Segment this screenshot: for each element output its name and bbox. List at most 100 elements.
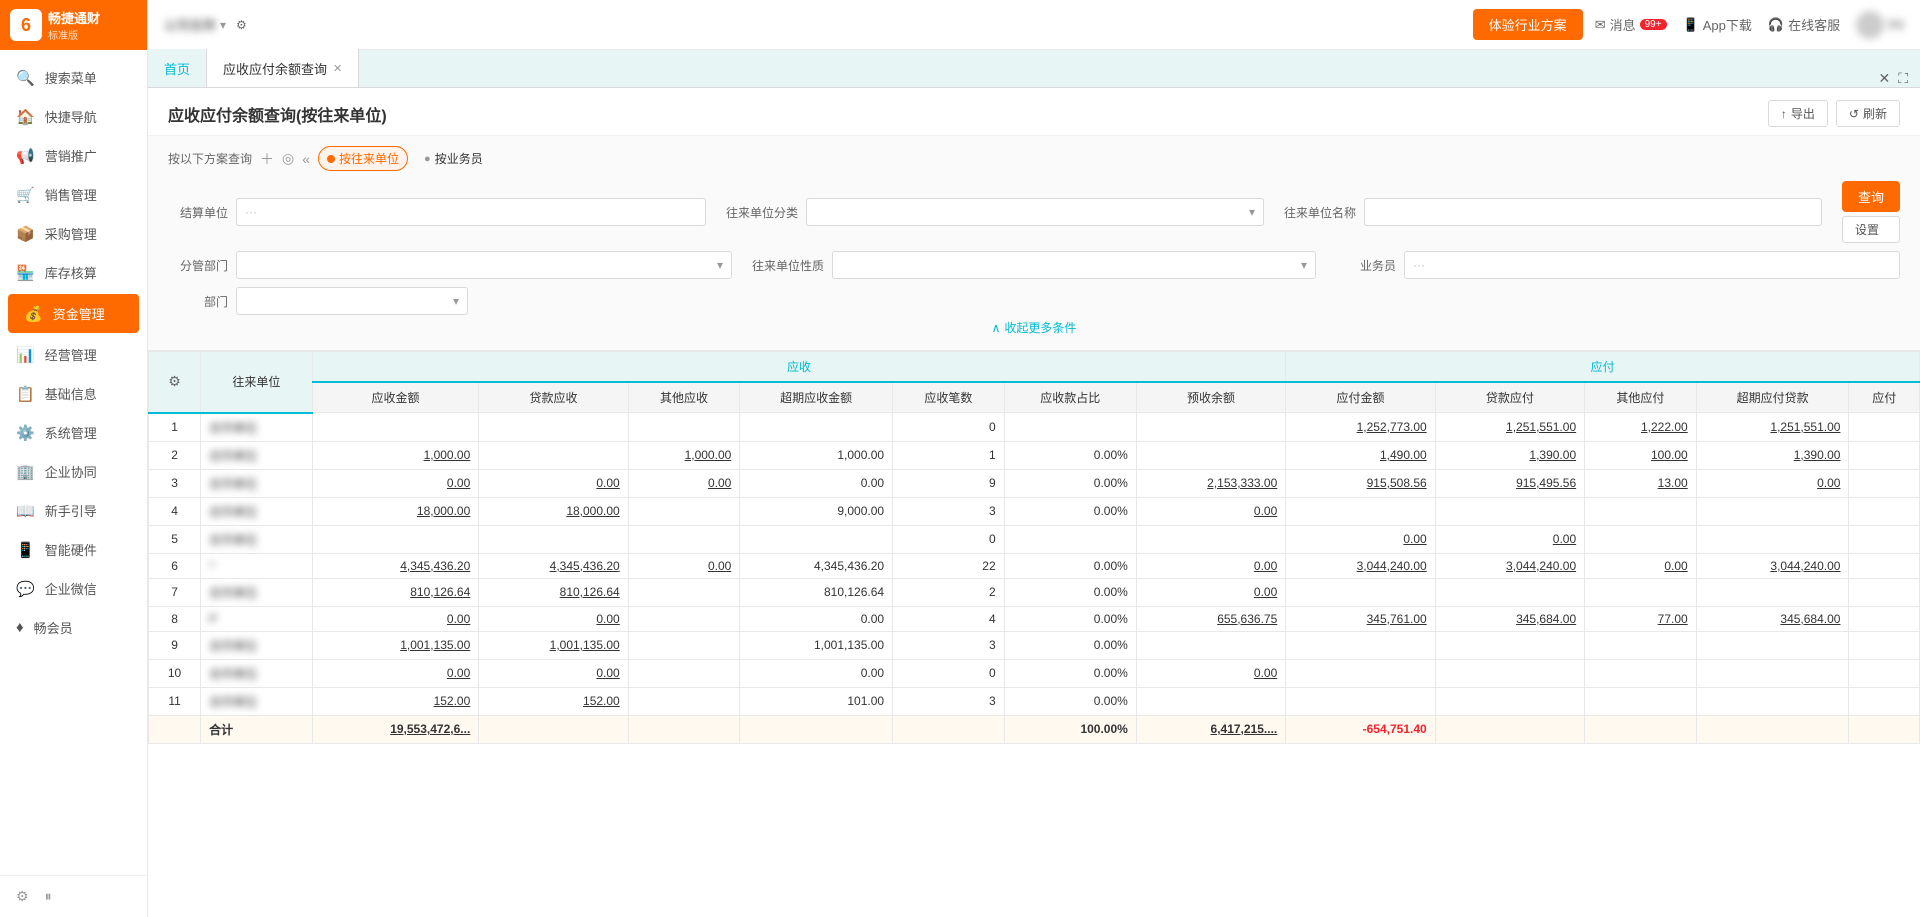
query-btn[interactable]: 查询 [1842, 181, 1900, 212]
partner-name-input[interactable] [1364, 198, 1822, 226]
partner-category-input[interactable]: ▾ [806, 198, 1264, 226]
table-cell[interactable]: 100.00 [1585, 441, 1697, 469]
table-cell[interactable] [1286, 631, 1435, 659]
tab-close-icon[interactable]: ✕ [333, 62, 342, 75]
scheme-by-partner[interactable]: 按往来单位 [318, 146, 408, 171]
tab-close-window-icon[interactable]: ✕ [1878, 70, 1890, 87]
table-cell[interactable] [312, 413, 479, 442]
table-cell[interactable]: 0.00 [479, 606, 628, 631]
table-cell[interactable] [1286, 659, 1435, 687]
message-btn[interactable]: ✉ 消息 99+ [1595, 15, 1667, 34]
table-cell[interactable] [628, 525, 740, 553]
table-cell[interactable]: 13.00 [1585, 469, 1697, 497]
topbar-gear-icon[interactable]: ⚙ [236, 18, 247, 32]
table-cell[interactable]: 18,000.00 [312, 497, 479, 525]
table-cell[interactable] [312, 525, 479, 553]
table-cell[interactable]: 152.00 [312, 687, 479, 715]
table-cell[interactable]: 1,222.00 [1585, 413, 1697, 442]
table-cell[interactable]: 810,126.64 [479, 578, 628, 606]
table-cell[interactable]: 18,000.00 [479, 497, 628, 525]
table-cell[interactable] [1696, 631, 1849, 659]
sidebar-item-base[interactable]: 📋 基础信息 [0, 374, 147, 413]
table-cell[interactable]: 0.00 [1696, 469, 1849, 497]
table-cell[interactable]: 0.00 [1136, 553, 1285, 578]
table-cell[interactable] [1585, 578, 1697, 606]
sidebar-item-wechat[interactable]: 💬 企业微信 [0, 569, 147, 608]
footer-advance[interactable]: 6,417,215.... [1136, 715, 1285, 743]
table-cell[interactable]: 0.00 [1286, 525, 1435, 553]
sidebar-item-marketing[interactable]: 📢 营销推广 [0, 136, 147, 175]
table-cell[interactable] [1435, 578, 1584, 606]
table-cell[interactable]: 0.00 [312, 469, 479, 497]
arrow-scheme-icon[interactable]: « [302, 151, 310, 167]
user-btn[interactable]: Rit [1856, 11, 1904, 39]
settings-footer-icon[interactable]: ⚙ [16, 888, 29, 905]
table-cell[interactable]: 0.00 [479, 469, 628, 497]
table-cell[interactable]: 3,044,240.00 [1435, 553, 1584, 578]
table-cell[interactable] [1696, 687, 1849, 715]
sidebar-item-finance[interactable]: 💰 资金管理 [8, 294, 139, 333]
trial-btn[interactable]: 体验行业方案 [1473, 9, 1583, 40]
table-cell[interactable]: 915,495.56 [1435, 469, 1584, 497]
add-scheme-icon[interactable]: ＋ [260, 149, 274, 169]
table-cell[interactable]: 3,044,240.00 [1696, 553, 1849, 578]
table-cell[interactable]: 0.00 [1435, 525, 1584, 553]
app-download-btn[interactable]: 📱 App下载 [1683, 15, 1752, 34]
table-cell[interactable]: 1,252,773.00 [1286, 413, 1435, 442]
table-cell[interactable] [1585, 659, 1697, 687]
scheme-by-salesperson[interactable]: ● 按业务员 [416, 147, 491, 170]
sidebar-item-nav[interactable]: 🏠 快捷导航 [0, 97, 147, 136]
partner-nature-input[interactable]: ▾ [832, 251, 1316, 279]
sidebar-item-hardware[interactable]: 📱 智能硬件 [0, 530, 147, 569]
table-cell[interactable] [1136, 687, 1285, 715]
table-cell[interactable] [1286, 578, 1435, 606]
table-cell[interactable] [1435, 659, 1584, 687]
table-cell[interactable] [1136, 413, 1285, 442]
table-cell[interactable] [1696, 497, 1849, 525]
table-cell[interactable] [628, 578, 740, 606]
tab-home[interactable]: 首页 [148, 49, 207, 87]
table-cell[interactable]: 0.00 [1585, 553, 1697, 578]
table-cell[interactable]: 1,390.00 [1696, 441, 1849, 469]
settlement-unit-input[interactable]: ··· [236, 198, 706, 226]
table-cell[interactable]: 77.00 [1585, 606, 1697, 631]
dept-head-input[interactable]: ▾ [236, 251, 732, 279]
salesperson-input[interactable]: ··· [1404, 251, 1900, 279]
table-cell[interactable]: 1,490.00 [1286, 441, 1435, 469]
export-btn[interactable]: ↑ 导出 [1768, 100, 1828, 127]
collapse-footer-icon[interactable]: ⏸ [45, 888, 52, 905]
table-cell[interactable]: 4,345,436.20 [479, 553, 628, 578]
table-cell[interactable]: 1,001,135.00 [312, 631, 479, 659]
table-cell[interactable] [1136, 441, 1285, 469]
sidebar-item-system[interactable]: ⚙️ 系统管理 [0, 413, 147, 452]
table-cell[interactable]: 1,000.00 [312, 441, 479, 469]
table-cell[interactable] [1136, 631, 1285, 659]
table-cell[interactable]: 0.00 [312, 659, 479, 687]
table-cell[interactable]: 1,251,551.00 [1435, 413, 1584, 442]
table-cell[interactable]: 345,761.00 [1286, 606, 1435, 631]
table-cell[interactable]: 4,345,436.20 [312, 553, 479, 578]
sidebar-item-corp[interactable]: 🏢 企业协同 [0, 452, 147, 491]
table-cell[interactable]: 0.00 [312, 606, 479, 631]
table-cell[interactable] [628, 413, 740, 442]
edit-scheme-icon[interactable]: ◎ [282, 150, 294, 167]
table-cell[interactable] [628, 606, 740, 631]
table-cell[interactable]: 152.00 [479, 687, 628, 715]
table-cell[interactable]: 1,251,551.00 [1696, 413, 1849, 442]
department-input[interactable]: ▾ [236, 287, 468, 315]
table-cell[interactable] [628, 687, 740, 715]
table-cell[interactable]: 2,153,333.00 [1136, 469, 1285, 497]
sidebar-item-sales[interactable]: 🛒 销售管理 [0, 175, 147, 214]
sidebar-item-member[interactable]: ♦ 畅会员 [0, 608, 147, 647]
table-cell[interactable] [1136, 525, 1285, 553]
table-cell[interactable] [628, 497, 740, 525]
online-service-btn[interactable]: 🎧 在线客服 [1768, 15, 1840, 34]
sidebar-item-operations[interactable]: 📊 经营管理 [0, 335, 147, 374]
table-cell[interactable] [1435, 497, 1584, 525]
table-cell[interactable]: 1,000.00 [628, 441, 740, 469]
table-cell[interactable] [1585, 631, 1697, 659]
table-cell[interactable]: 3,044,240.00 [1286, 553, 1435, 578]
table-cell[interactable] [479, 413, 628, 442]
table-cell[interactable]: 345,684.00 [1696, 606, 1849, 631]
table-cell[interactable] [628, 631, 740, 659]
